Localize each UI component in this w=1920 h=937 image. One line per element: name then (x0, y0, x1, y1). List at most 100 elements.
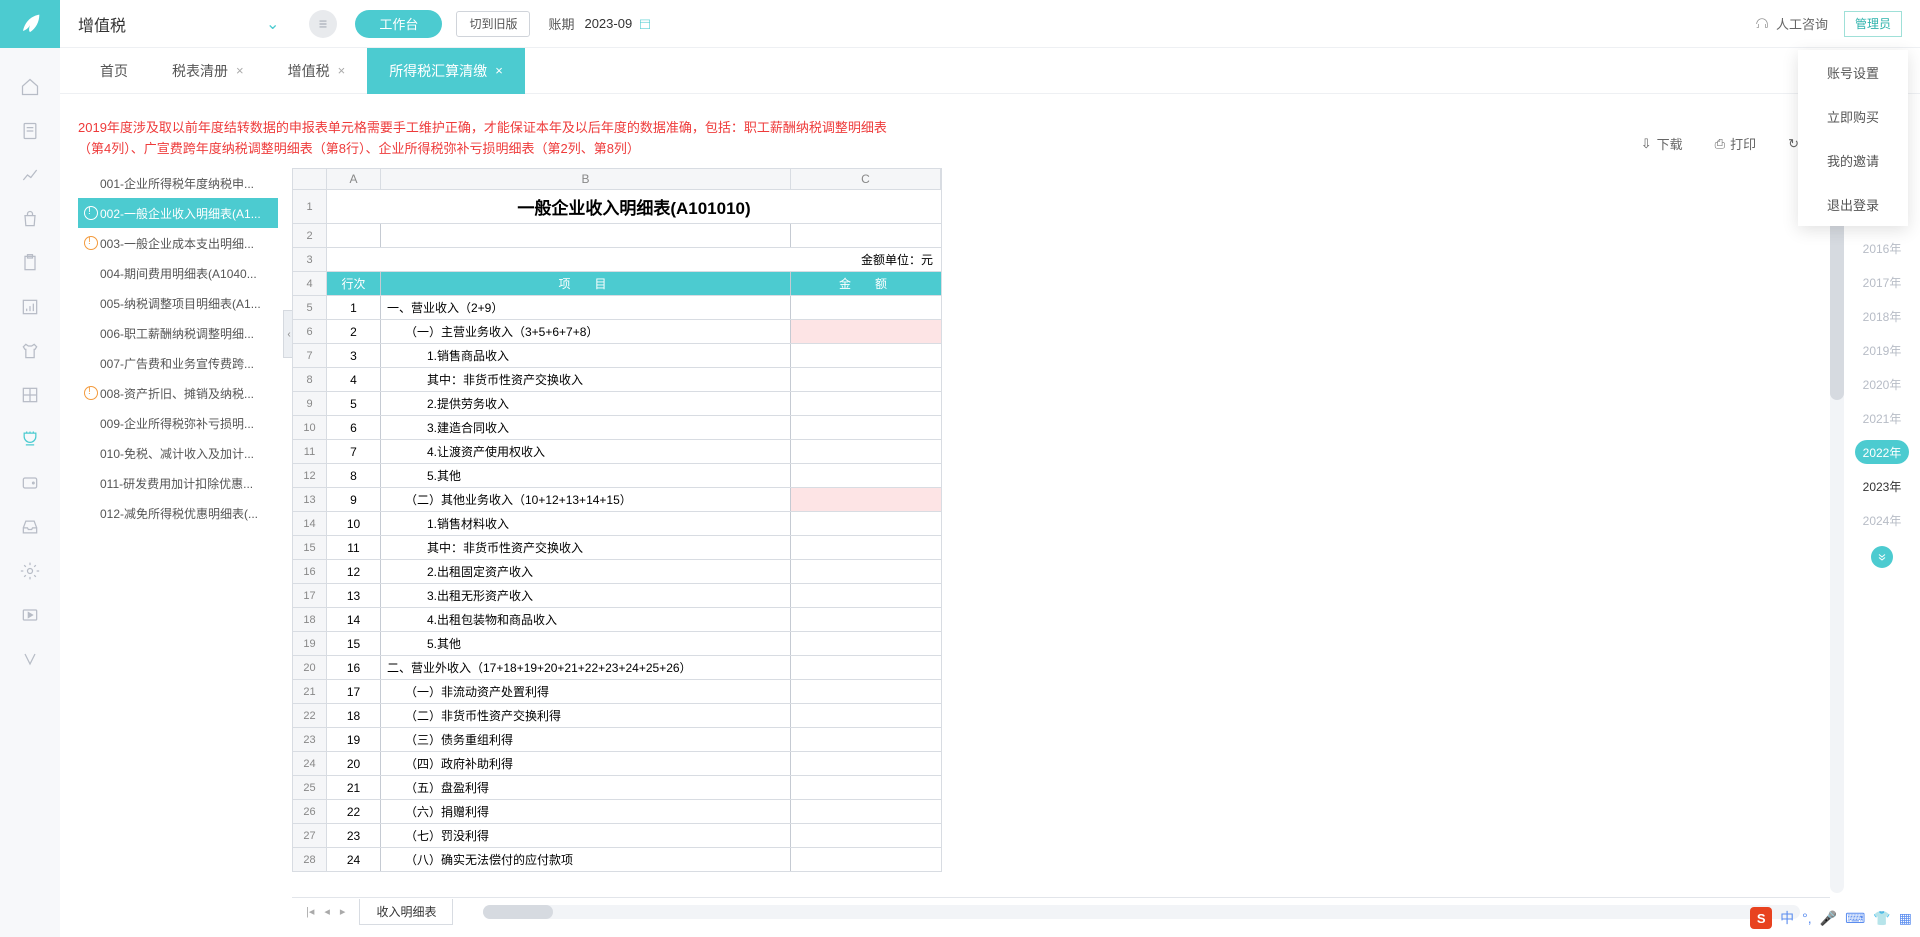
row-number[interactable]: 17 (293, 584, 327, 607)
row-number[interactable]: 21 (293, 680, 327, 703)
cell[interactable]: 5.其他 (381, 632, 791, 655)
nav-prev-icon[interactable]: ◂ (324, 905, 330, 918)
menu-account-settings[interactable]: 账号设置 (1798, 50, 1908, 94)
row-number[interactable]: 7 (293, 344, 327, 367)
tree-item[interactable]: 008-资产折旧、摊销及纳税... (78, 378, 278, 408)
cell[interactable]: （八）确实无法偿付的应付款项 (381, 848, 791, 871)
cell[interactable]: 1 (327, 296, 381, 319)
cell[interactable]: 4.让渡资产使用权收入 (381, 440, 791, 463)
nav-first-icon[interactable]: |◂ (306, 905, 314, 918)
cell[interactable]: 2.出租固定资产收入 (381, 560, 791, 583)
col-header-b[interactable]: B (381, 169, 791, 189)
year-2020[interactable]: 2020年 (1855, 372, 1909, 396)
cell[interactable]: 17 (327, 680, 381, 703)
year-more-button[interactable] (1871, 546, 1893, 568)
workspace-button[interactable]: 工作台 (355, 10, 442, 38)
cell[interactable] (791, 800, 941, 823)
print-button[interactable]: ⎙打印 (1715, 134, 1756, 153)
home-icon[interactable] (19, 76, 41, 98)
tree-item[interactable]: 001-企业所得税年度纳税申... (78, 168, 278, 198)
ime-logo-icon[interactable]: S (1750, 907, 1772, 929)
cell[interactable]: 其中：非货币性资产交换收入 (381, 536, 791, 559)
cell[interactable] (791, 560, 941, 583)
cell[interactable]: 其中：非货币性资产交换收入 (381, 368, 791, 391)
doc-icon[interactable] (19, 120, 41, 142)
close-icon[interactable]: × (495, 63, 503, 78)
cell[interactable]: 10 (327, 512, 381, 535)
row-number[interactable]: 11 (293, 440, 327, 463)
consult-link[interactable]: 人工咨询 (1754, 14, 1828, 33)
tab-home[interactable]: 首页 (78, 48, 150, 94)
cell[interactable] (791, 488, 941, 511)
year-2017[interactable]: 2017年 (1855, 270, 1909, 294)
video-icon[interactable] (19, 604, 41, 626)
tree-item[interactable]: 011-研发费用加计扣除优惠... (78, 468, 278, 498)
cell[interactable] (791, 824, 941, 847)
cell[interactable]: 23 (327, 824, 381, 847)
cell[interactable]: 4 (327, 368, 381, 391)
cell[interactable]: 3 (327, 344, 381, 367)
row-number[interactable]: 19 (293, 632, 327, 655)
cell[interactable] (791, 704, 941, 727)
ime-punct-icon[interactable]: °, (1802, 910, 1812, 926)
cell[interactable] (791, 344, 941, 367)
cell[interactable]: （一）非流动资产处置利得 (381, 680, 791, 703)
horizontal-scrollbar[interactable] (483, 905, 1800, 919)
cell[interactable]: 1.销售商品收入 (381, 344, 791, 367)
tree-item[interactable]: 002-一般企业收入明细表(A1... (78, 198, 278, 228)
nav-next-icon[interactable]: ▸ (340, 905, 346, 918)
cell[interactable] (791, 536, 941, 559)
ime-skin-icon[interactable]: 👕 (1873, 910, 1890, 927)
bag-icon[interactable] (19, 208, 41, 230)
menu-logout[interactable]: 退出登录 (1798, 182, 1908, 226)
cell[interactable]: 二、营业外收入（17+18+19+20+21+22+23+24+25+26） (381, 656, 791, 679)
cell[interactable]: 5.其他 (381, 464, 791, 487)
year-2019[interactable]: 2019年 (1855, 338, 1909, 362)
row-number[interactable]: 9 (293, 392, 327, 415)
ime-mic-icon[interactable]: 🎤 (1820, 910, 1837, 927)
row-number[interactable]: 20 (293, 656, 327, 679)
cell[interactable]: 22 (327, 800, 381, 823)
grid-icon[interactable] (19, 384, 41, 406)
chart-icon[interactable] (19, 164, 41, 186)
row-number[interactable]: 2 (293, 224, 327, 247)
admin-button[interactable]: 管理员 (1844, 11, 1902, 37)
close-icon[interactable]: × (338, 63, 346, 78)
cell[interactable]: 3.出租无形资产收入 (381, 584, 791, 607)
row-number[interactable]: 13 (293, 488, 327, 511)
row-number[interactable]: 22 (293, 704, 327, 727)
tree-item[interactable]: 012-减免所得税优惠明细表(... (78, 498, 278, 528)
cell[interactable]: 一、营业收入（2+9） (381, 296, 791, 319)
period-picker[interactable]: 2023-09 (584, 16, 652, 31)
cell[interactable]: 12 (327, 560, 381, 583)
wallet-icon[interactable] (19, 472, 41, 494)
cell[interactable]: 7 (327, 440, 381, 463)
year-2023[interactable]: 2023年 (1855, 474, 1909, 498)
inbox-icon[interactable] (19, 516, 41, 538)
sheet-tab[interactable]: 收入明细表 (359, 899, 453, 925)
cell[interactable] (791, 296, 941, 319)
cell[interactable] (791, 464, 941, 487)
close-icon[interactable]: × (236, 63, 244, 78)
cell[interactable]: 1.销售材料收入 (381, 512, 791, 535)
vertical-scrollbar[interactable] (1830, 190, 1844, 893)
menu-my-invites[interactable]: 我的邀请 (1798, 138, 1908, 182)
cell[interactable]: （一）主营业务收入（3+5+6+7+8） (381, 320, 791, 343)
cell[interactable]: （二）非货币性资产交换利得 (381, 704, 791, 727)
cell[interactable] (791, 320, 941, 343)
row-number[interactable]: 1 (293, 190, 327, 223)
cell[interactable] (791, 656, 941, 679)
v-icon[interactable] (19, 648, 41, 670)
cell[interactable]: 2 (327, 320, 381, 343)
row-number[interactable]: 4 (293, 272, 327, 295)
year-2016[interactable]: 2016年 (1855, 236, 1909, 260)
cell[interactable]: （五）盘盈利得 (381, 776, 791, 799)
year-2024[interactable]: 2024年 (1855, 508, 1909, 532)
cell[interactable] (791, 584, 941, 607)
tab-income-tax[interactable]: 所得税汇算清缴× (367, 48, 525, 94)
cell[interactable]: （二）其他业务收入（10+12+13+14+15） (381, 488, 791, 511)
cell[interactable]: 14 (327, 608, 381, 631)
cell[interactable] (791, 632, 941, 655)
cell[interactable]: 5 (327, 392, 381, 415)
ime-toolbox-icon[interactable]: ▦ (1899, 910, 1912, 927)
